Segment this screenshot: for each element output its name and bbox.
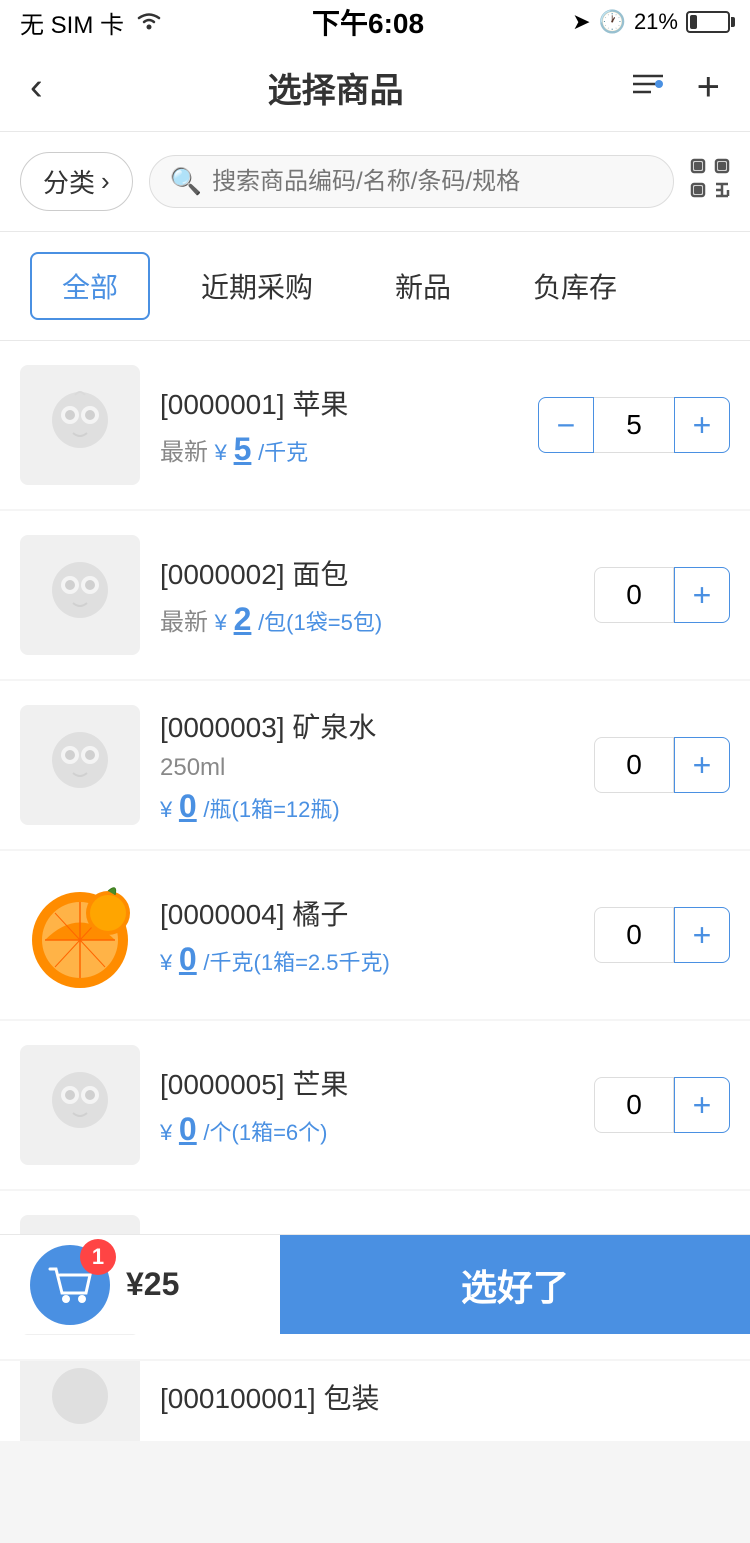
list-item: [0000005] 芒果 ¥ 0 /个(1箱=6个) + <box>0 1021 750 1189</box>
price-unit: /个(1箱=6个) <box>203 1120 327 1145</box>
qty-increase-button[interactable]: + <box>674 567 730 623</box>
product-info: [0000005] 芒果 ¥ 0 /个(1箱=6个) <box>160 1063 574 1148</box>
qty-increase-button[interactable]: + <box>674 907 730 963</box>
price-unit: /包(1袋=5包) <box>258 610 382 635</box>
search-box: 🔍 <box>149 155 674 208</box>
cart-total: ¥25 <box>126 1266 179 1303</box>
cart-button[interactable]: 1 <box>30 1245 110 1325</box>
product-info: [0000003] 矿泉水 250ml ¥ 0 /瓶(1箱=12瓶) <box>160 706 574 825</box>
product-price: 最新 ¥ 5 /千克 <box>160 431 518 468</box>
quantity-control: + <box>594 1077 730 1133</box>
quantity-control: + <box>594 907 730 963</box>
page-title: 选择商品 <box>268 63 404 112</box>
product-info: [0000001] 苹果 最新 ¥ 5 /千克 <box>160 383 518 468</box>
list-item: [0000003] 矿泉水 250ml ¥ 0 /瓶(1箱=12瓶) + <box>0 681 750 849</box>
quantity-control: − + <box>538 397 730 453</box>
product-image <box>20 1361 140 1441</box>
product-price: ¥ 0 /瓶(1箱=12瓶) <box>160 788 574 825</box>
price-unit: /千克(1箱=2.5千克) <box>203 950 389 975</box>
search-input[interactable] <box>212 168 653 196</box>
price-value: 2 <box>234 601 252 637</box>
list-item: [0000001] 苹果 最新 ¥ 5 /千克 − + <box>0 341 750 509</box>
qty-input[interactable] <box>594 567 674 623</box>
quantity-control: + <box>594 737 730 793</box>
filter-icon[interactable] <box>629 67 667 109</box>
product-name: [0000004] 橘子 <box>160 893 574 933</box>
price-unit: /瓶(1箱=12瓶) <box>203 797 339 822</box>
cart-section: 1 ¥25 <box>0 1245 280 1325</box>
product-info: [000100001] 包装 <box>160 1377 730 1425</box>
tab-all[interactable]: 全部 <box>30 252 150 320</box>
tab-negative[interactable]: 负库存 <box>502 253 648 319</box>
product-name: [0000005] 芒果 <box>160 1063 574 1103</box>
battery-icon <box>686 11 730 33</box>
qty-decrease-button[interactable]: − <box>538 397 594 453</box>
battery-percent: 21% <box>634 9 678 35</box>
price-value: 0 <box>179 788 197 824</box>
list-item: [0000002] 面包 最新 ¥ 2 /包(1袋=5包) + <box>0 511 750 679</box>
nav-bar: ‹ 选择商品 + <box>0 44 750 132</box>
category-button[interactable]: 分类 › <box>20 152 133 211</box>
status-bar: 无 SIM 卡 下午6:08 ➤ 🕐 21% <box>0 0 750 44</box>
sim-status: 无 SIM 卡 <box>20 5 124 40</box>
filter-bar: 分类 › 🔍 <box>0 132 750 232</box>
tab-recent[interactable]: 近期采购 <box>170 253 344 319</box>
price-value: 0 <box>179 941 197 977</box>
product-name: [000100001] 包装 <box>160 1377 730 1417</box>
alarm-icon: 🕐 <box>599 9 626 35</box>
product-price: ¥ 0 /千克(1箱=2.5千克) <box>160 941 574 978</box>
qty-increase-button[interactable]: + <box>674 397 730 453</box>
price-currency: ¥ <box>160 797 172 822</box>
price-currency: ¥ <box>215 610 227 635</box>
qty-input[interactable] <box>594 397 674 453</box>
price-currency: ¥ <box>160 950 172 975</box>
status-right: ➤ 🕐 21% <box>572 9 730 35</box>
status-time: 下午6:08 <box>312 2 424 42</box>
product-spec: 250ml <box>160 754 574 782</box>
product-name: [0000003] 矿泉水 <box>160 706 574 746</box>
qty-input[interactable] <box>594 1077 674 1133</box>
back-button[interactable]: ‹ <box>30 66 43 109</box>
status-left: 无 SIM 卡 <box>20 5 164 40</box>
add-icon[interactable]: + <box>697 65 720 110</box>
list-item: [000100001] 包装 <box>0 1361 750 1441</box>
quantity-control: + <box>594 567 730 623</box>
search-icon: 🔍 <box>170 166 202 197</box>
qty-increase-button[interactable]: + <box>674 737 730 793</box>
qty-input[interactable] <box>594 907 674 963</box>
product-image <box>20 535 140 655</box>
price-latest-label: 最新 <box>160 439 215 466</box>
price-unit: /千克 <box>258 440 308 465</box>
product-image <box>20 875 140 995</box>
product-name: [0000001] 苹果 <box>160 383 518 423</box>
product-info: [0000004] 橘子 ¥ 0 /千克(1箱=2.5千克) <box>160 893 574 978</box>
product-price: 最新 ¥ 2 /包(1袋=5包) <box>160 601 574 638</box>
product-name: [0000002] 面包 <box>160 553 574 593</box>
product-image <box>20 705 140 825</box>
nav-actions: + <box>629 65 720 110</box>
product-image <box>20 1045 140 1165</box>
category-label: 分类 <box>43 163 95 200</box>
price-currency: ¥ <box>160 1120 172 1145</box>
qty-input[interactable] <box>594 737 674 793</box>
category-arrow: › <box>101 166 110 197</box>
cart-badge: 1 <box>80 1239 116 1275</box>
wifi-icon <box>134 8 164 37</box>
product-image <box>20 365 140 485</box>
list-item: [0000004] 橘子 ¥ 0 /千克(1箱=2.5千克) + <box>0 851 750 1019</box>
price-latest-label: 最新 <box>160 609 215 636</box>
price-value: 5 <box>234 431 252 467</box>
location-icon: ➤ <box>572 9 590 35</box>
product-info: [0000002] 面包 最新 ¥ 2 /包(1袋=5包) <box>160 553 574 638</box>
price-value: 0 <box>179 1111 197 1147</box>
tab-bar: 全部 近期采购 新品 负库存 <box>0 232 750 341</box>
tab-new[interactable]: 新品 <box>364 253 482 319</box>
scan-icon[interactable] <box>690 158 730 206</box>
price-currency: ¥ <box>215 440 227 465</box>
qty-increase-button[interactable]: + <box>674 1077 730 1133</box>
bottom-bar: 1 ¥25 选好了 <box>0 1234 750 1334</box>
product-price: ¥ 0 /个(1箱=6个) <box>160 1111 574 1148</box>
confirm-button[interactable]: 选好了 <box>280 1235 750 1334</box>
